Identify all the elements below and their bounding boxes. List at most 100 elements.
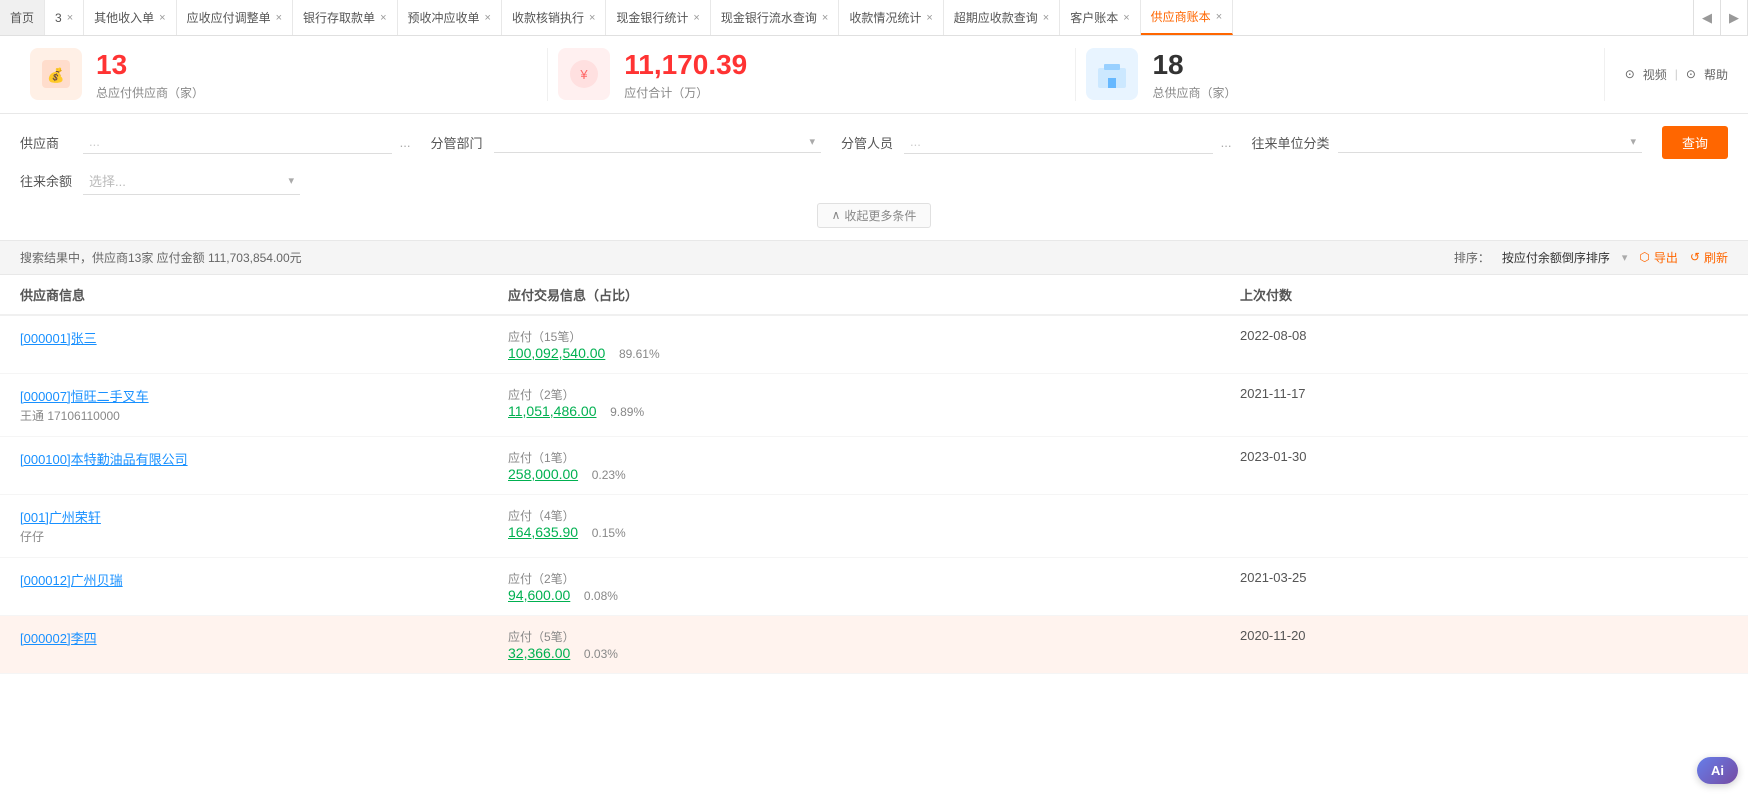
last-pay-3: 2023-01-30 [1240, 449, 1728, 464]
nav-tab-advance-receive[interactable]: 预收冲应收单 × [398, 0, 502, 35]
balance-select[interactable]: 选择... ▾ [83, 167, 300, 195]
nav-tab-adjust[interactable]: 应收应付调整单 × [177, 0, 293, 35]
close-tab-advance-receive[interactable]: × [485, 12, 491, 24]
trans-percent-4: 0.15% [592, 526, 626, 540]
supplier-link-4[interactable]: [001]广州荣轩 [20, 510, 101, 525]
nav-tab-3[interactable]: 3 × [45, 0, 84, 35]
supplier-dots[interactable]: ... [400, 135, 411, 150]
nav-tab-bank[interactable]: 银行存取款单 × [293, 0, 397, 35]
top-navigation: 首页 3 × 其他收入单 × 应收应付调整单 × 银行存取款单 × 预收冲应收单… [0, 0, 1748, 36]
payable-supplier-label: 总应付供应商（家） [96, 84, 204, 101]
supplier-input[interactable] [83, 130, 392, 154]
video-link[interactable]: 视频 [1643, 66, 1667, 83]
filter-dept: 分管部门 ▾ [431, 131, 822, 153]
nav-tab-supplier-ledger[interactable]: 供应商账本 × [1141, 0, 1233, 35]
filter-row-1: 供应商 ... 分管部门 ▾ 分管人员 ... 往来单位分类 [20, 126, 1728, 159]
collapse-button[interactable]: ∧ 收起更多条件 [817, 203, 932, 228]
close-tab-cash-query[interactable]: × [822, 12, 828, 24]
close-tab-supplier-ledger[interactable]: × [1216, 11, 1222, 23]
chevron-up-icon: ∧ [832, 208, 841, 222]
table-header: 供应商信息 应付交易信息（占比） 上次付数 [0, 275, 1748, 316]
table-row: [000007]恒旺二手叉车 王通 17106110000 应付（2笔） 11,… [0, 374, 1748, 437]
nav-tab-collect-stat[interactable]: 收款情况统计 × [839, 0, 943, 35]
table-row: [001]广州荣轩 仔仔 应付（4笔） 164,635.90 0.15% [0, 495, 1748, 558]
person-input[interactable] [904, 130, 1213, 154]
trans-info-5: 应付（2笔） 94,600.00 0.08% [508, 570, 1240, 603]
nav-arrows: ◀ ▶ [1693, 0, 1748, 36]
filter-person: 分管人员 ... [841, 130, 1232, 154]
refresh-button[interactable]: ↺ 刷新 [1690, 249, 1728, 266]
close-tab-overdue[interactable]: × [1043, 12, 1049, 24]
balance-placeholder: 选择... [89, 171, 288, 190]
supplier-info-2: [000007]恒旺二手叉车 王通 17106110000 [20, 386, 508, 424]
supplier-link-6[interactable]: [000002]李四 [20, 631, 97, 646]
nav-tab-cash-stat[interactable]: 现金银行统计 × [606, 0, 710, 35]
trans-amount-6[interactable]: 32,366.00 [508, 645, 570, 661]
sort-label: 排序： [1454, 249, 1490, 266]
close-tab-verify[interactable]: × [589, 12, 595, 24]
trans-amount-5[interactable]: 94,600.00 [508, 587, 570, 603]
trans-amount-2[interactable]: 11,051,486.00 [508, 403, 597, 419]
divider: | [1675, 67, 1678, 81]
category-label: 往来单位分类 [1252, 133, 1330, 152]
close-tab-cash-stat[interactable]: × [693, 12, 699, 24]
sort-select[interactable]: 按应付余额倒序排序 [1502, 249, 1610, 266]
supplier-info-3: [000100]本特勤油品有限公司 [20, 449, 508, 468]
export-button[interactable]: ⬡ 导出 [1639, 249, 1678, 266]
trans-amount-4[interactable]: 164,635.90 [508, 524, 578, 540]
summary-card-payable-suppliers: 💰 13 总应付供应商（家） [20, 48, 548, 101]
col-header-supplier: 供应商信息 [20, 285, 508, 304]
trans-amount-1[interactable]: 100,092,540.00 [508, 345, 605, 361]
ai-button[interactable]: Ai [1697, 757, 1738, 784]
help-link[interactable]: 帮助 [1704, 66, 1728, 83]
trans-percent-5: 0.08% [584, 589, 618, 603]
trans-info-1: 应付（15笔） 100,092,540.00 89.61% [508, 328, 1240, 361]
nav-tab-other-income[interactable]: 其他收入单 × [84, 0, 176, 35]
video-icon: ⊙ [1625, 67, 1635, 81]
sort-chevron-down-icon: ▾ [1622, 251, 1628, 264]
last-pay-5: 2021-03-25 [1240, 570, 1728, 585]
close-tab-adjust[interactable]: × [276, 12, 282, 24]
close-tab-collect-stat[interactable]: × [926, 12, 932, 24]
trans-percent-1: 89.61% [619, 347, 660, 361]
refresh-icon: ↺ [1690, 250, 1700, 264]
close-tab-customer-ledger[interactable]: × [1123, 12, 1129, 24]
table-row: [000001]张三 应付（15笔） 100,092,540.00 89.61%… [0, 316, 1748, 374]
payable-supplier-count: 13 [96, 48, 204, 82]
col-header-trans: 应付交易信息（占比） [508, 285, 1240, 304]
filter-supplier: 供应商 ... [20, 130, 411, 154]
supplier-sub-4: 仔仔 [20, 528, 508, 545]
supplier-pay-icon: 💰 [30, 48, 82, 100]
nav-tab-home[interactable]: 首页 [0, 0, 45, 35]
supplier-info-5: [000012]广州贝瑞 [20, 570, 508, 589]
supplier-link-2[interactable]: [000007]恒旺二手叉车 [20, 389, 149, 404]
close-tab-3[interactable]: × [67, 12, 73, 24]
nav-tab-customer-ledger[interactable]: 客户账本 × [1060, 0, 1140, 35]
nav-tab-verify[interactable]: 收款核销执行 × [502, 0, 606, 35]
summary-card-payable-total: ¥ 11,170.39 应付合计（万） [548, 48, 1076, 101]
payable-total-amount: 11,170.39 [624, 48, 747, 82]
supplier-link-1[interactable]: [000001]张三 [20, 331, 97, 346]
trans-info-6: 应付（5笔） 32,366.00 0.03% [508, 628, 1240, 661]
nav-prev-arrow[interactable]: ◀ [1694, 0, 1721, 36]
trans-percent-6: 0.03% [584, 647, 618, 661]
dept-label: 分管部门 [431, 133, 486, 152]
result-bar: 搜索结果中，供应商13家 应付金额 111,703,854.00元 排序： 按应… [0, 241, 1748, 275]
query-button[interactable]: 查询 [1662, 126, 1728, 159]
close-tab-bank[interactable]: × [380, 12, 386, 24]
summary-card-total-suppliers: 18 总供应商（家） [1076, 48, 1604, 101]
table-area: 供应商信息 应付交易信息（占比） 上次付数 [000001]张三 应付（15笔）… [0, 275, 1748, 794]
category-select[interactable]: ▾ [1338, 131, 1642, 153]
close-tab-other-income[interactable]: × [159, 12, 165, 24]
nav-tab-cash-query[interactable]: 现金银行流水查询 × [711, 0, 839, 35]
dept-select[interactable]: ▾ [494, 131, 822, 153]
payable-total-label: 应付合计（万） [624, 84, 747, 101]
person-dots[interactable]: ... [1221, 135, 1232, 150]
nav-next-arrow[interactable]: ▶ [1721, 0, 1748, 36]
trans-amount-3[interactable]: 258,000.00 [508, 466, 578, 482]
trans-info-3: 应付（1笔） 258,000.00 0.23% [508, 449, 1240, 482]
last-pay-6: 2020-11-20 [1240, 628, 1728, 643]
nav-tab-overdue[interactable]: 超期应收款查询 × [944, 0, 1060, 35]
supplier-link-3[interactable]: [000100]本特勤油品有限公司 [20, 452, 188, 467]
supplier-link-5[interactable]: [000012]广州贝瑞 [20, 573, 123, 588]
